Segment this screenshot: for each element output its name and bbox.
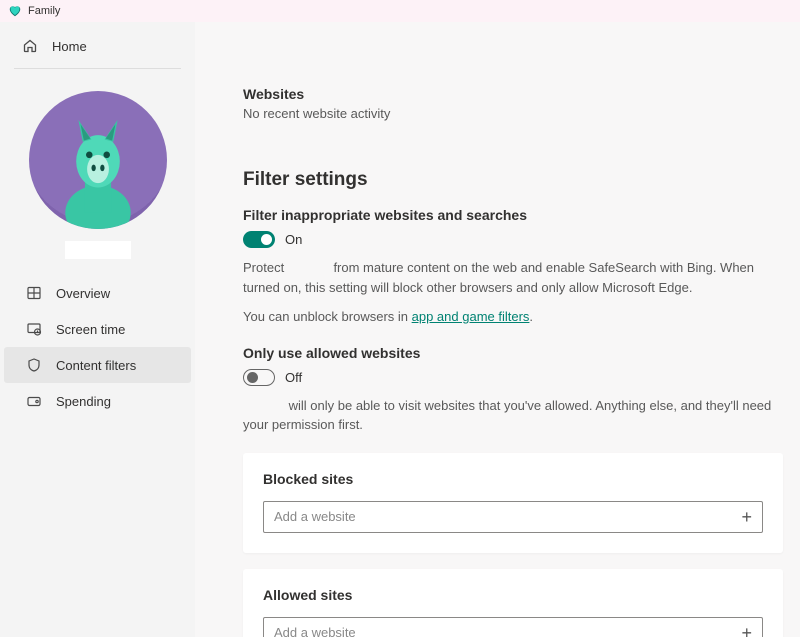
setting-title: Filter inappropriate websites and search…: [243, 207, 784, 223]
allowed-site-input-wrap: +: [263, 617, 763, 637]
setting-title: Only use allowed websites: [243, 345, 784, 361]
nav-home-label: Home: [52, 39, 87, 54]
nav-item-label: Spending: [56, 394, 111, 409]
blocked-sites-card: Blocked sites +: [243, 453, 783, 553]
websites-heading: Websites: [243, 86, 784, 102]
toggle-inappropriate[interactable]: [243, 231, 275, 248]
toggle-state-label: On: [285, 232, 302, 247]
allowed-sites-card: Allowed sites +: [243, 569, 783, 637]
app-game-filters-link[interactable]: app and game filters: [412, 309, 530, 324]
blocked-site-input-wrap: +: [263, 501, 763, 533]
plus-icon[interactable]: +: [739, 624, 754, 637]
nav-item-label: Overview: [56, 286, 110, 301]
nav-spending[interactable]: Spending: [4, 383, 191, 419]
divider: [14, 68, 181, 69]
titlebar: Family: [0, 0, 800, 22]
card-title: Blocked sites: [263, 471, 763, 487]
allowed-site-input[interactable]: [274, 625, 739, 637]
setting-filter-inappropriate: Filter inappropriate websites and search…: [243, 207, 784, 327]
screen-time-icon: [26, 321, 42, 337]
sidebar: Home: [0, 22, 195, 637]
main-content: Websites No recent website activity Filt…: [195, 22, 800, 637]
plus-icon[interactable]: +: [739, 508, 754, 526]
overview-icon: [26, 285, 42, 301]
toggle-only-allowed[interactable]: [243, 369, 275, 386]
filter-settings-heading: Filter settings: [243, 169, 784, 191]
home-icon: [22, 38, 38, 54]
family-heart-icon: [8, 4, 22, 18]
app-name: Family: [28, 5, 60, 17]
nav-item-label: Screen time: [56, 322, 125, 337]
websites-empty: No recent website activity: [243, 106, 784, 121]
nav-overview[interactable]: Overview: [4, 275, 191, 311]
profile-name-redacted: [65, 241, 131, 259]
toggle-state-label: Off: [285, 370, 302, 385]
card-title: Allowed sites: [263, 587, 763, 603]
nav-home[interactable]: Home: [0, 28, 195, 64]
nav-list: Overview Screen time Content filters Spe…: [0, 275, 195, 419]
setting-description: will only be able to visit websites that…: [243, 396, 784, 435]
nav-content-filters[interactable]: Content filters: [4, 347, 191, 383]
nav-item-label: Content filters: [56, 358, 136, 373]
nav-screen-time[interactable]: Screen time: [4, 311, 191, 347]
unblock-hint: You can unblock browsers in app and game…: [243, 307, 784, 327]
shield-icon: [26, 357, 42, 373]
setting-description: Protect from mature content on the web a…: [243, 258, 784, 297]
setting-only-allowed: Only use allowed websites Off will only …: [243, 345, 784, 435]
blocked-site-input[interactable]: [274, 509, 739, 524]
avatar: [29, 91, 167, 229]
spending-icon: [26, 393, 42, 409]
profile-block: [0, 73, 195, 265]
